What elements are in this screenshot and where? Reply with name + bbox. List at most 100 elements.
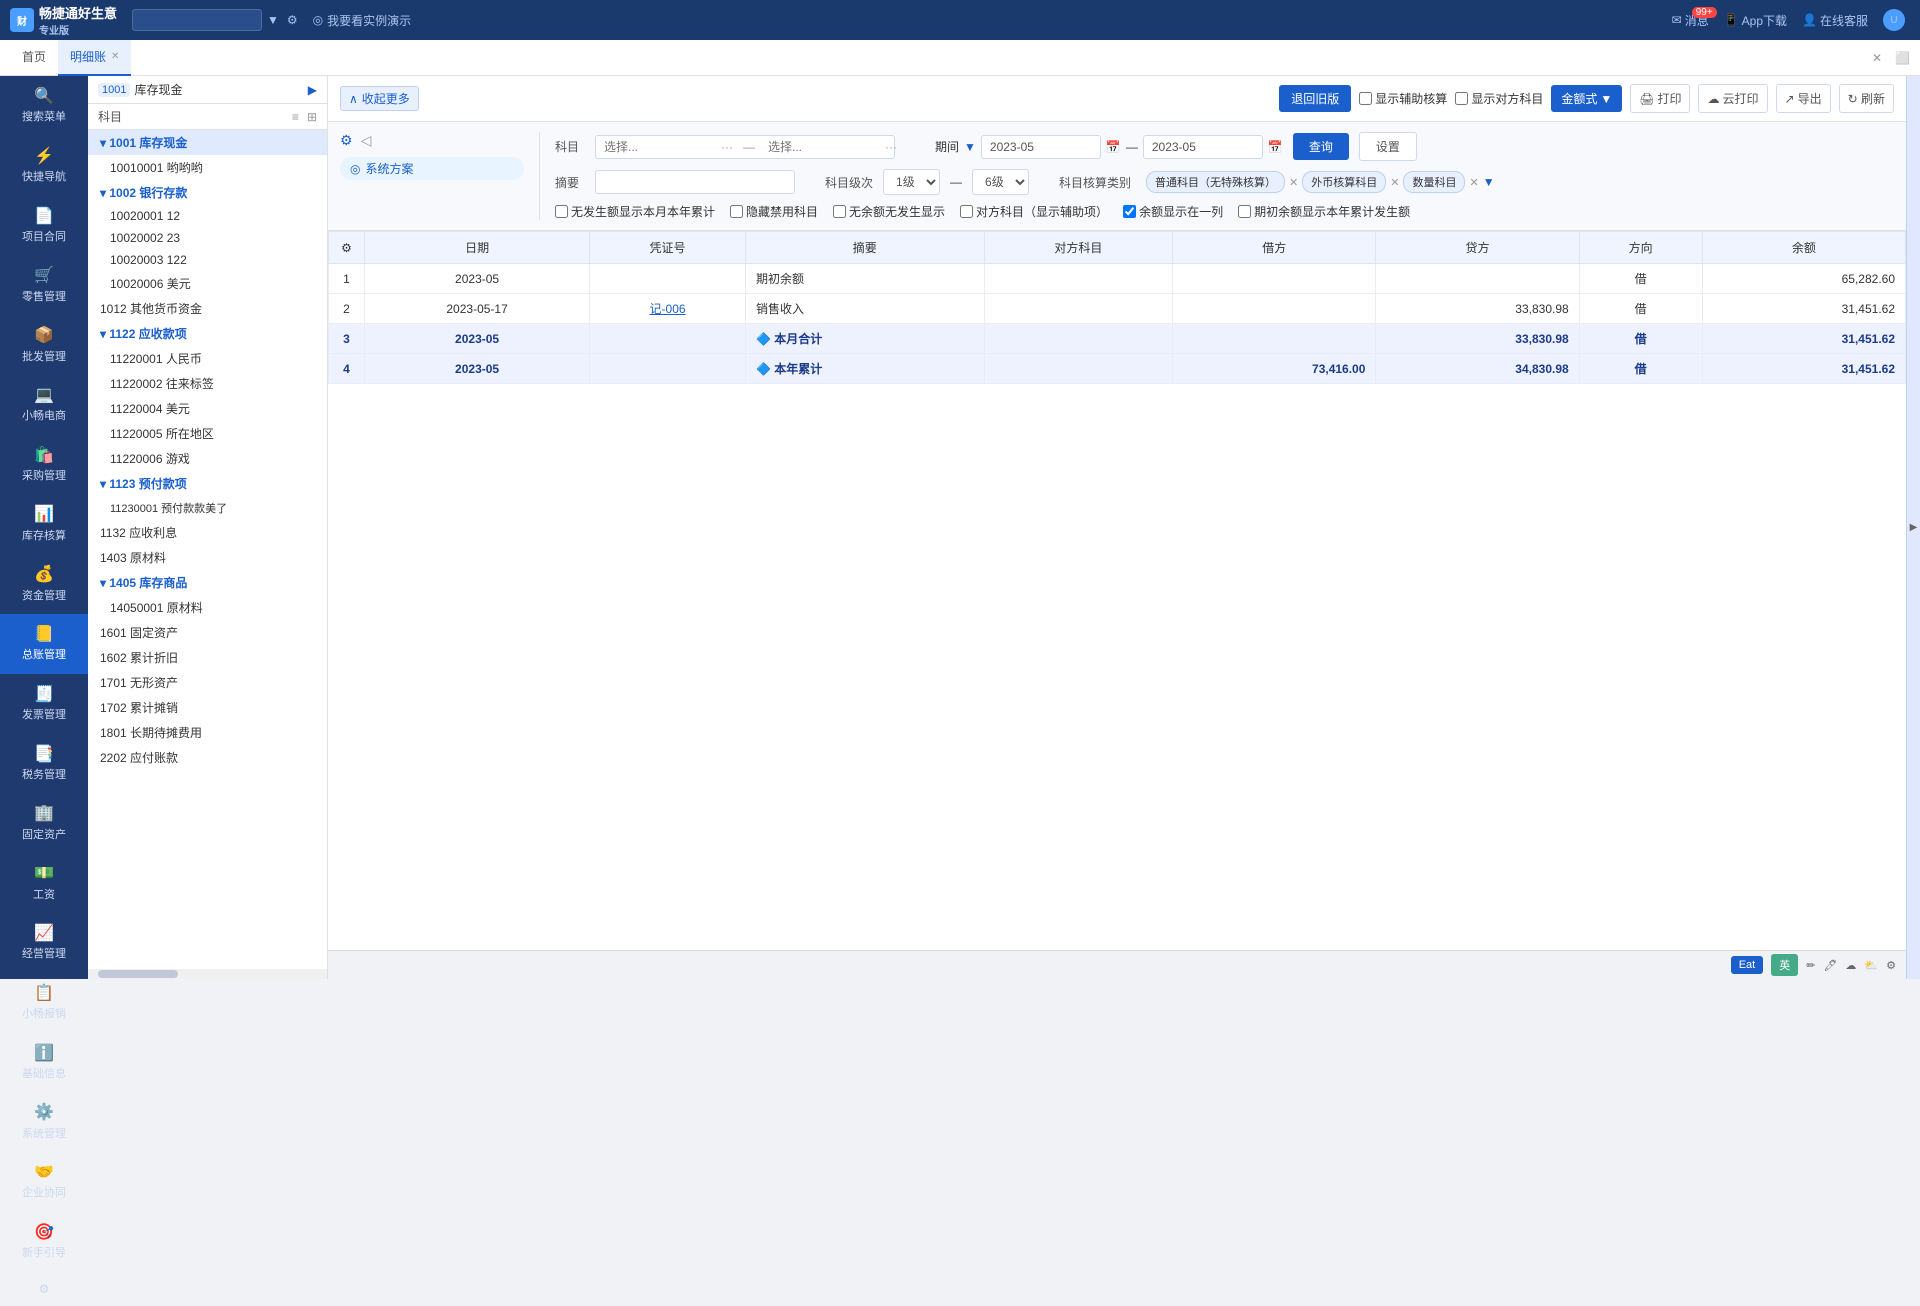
export-button[interactable]: ↗ 导出	[1776, 84, 1831, 113]
search-input[interactable]	[132, 9, 262, 31]
print-button[interactable]: 🖨 打印	[1630, 84, 1690, 113]
tree-item-1403[interactable]: 1403 原材料	[88, 545, 327, 570]
window-close-icon[interactable]: ✕	[1872, 51, 1882, 65]
tree-item-10020002[interactable]: 10020002 23	[88, 227, 327, 249]
sidebar-item-wholesale[interactable]: 📦 批发管理	[0, 315, 88, 375]
sidebar-item-coop[interactable]: 🤝 企业协同	[0, 1152, 88, 1212]
tree-item-10010001[interactable]: 10010001 哟哟哟	[88, 155, 327, 180]
tree-item-1801[interactable]: 1801 长期待摊费用	[88, 720, 327, 745]
sidebar-item-purchase[interactable]: 🛍️ 采购管理	[0, 435, 88, 495]
tree-item-11220002[interactable]: 11220002 往来标签	[88, 371, 327, 396]
sidebar-item-retail[interactable]: 🛒 零售管理	[0, 255, 88, 315]
tree-item-1601[interactable]: 1601 固定资产	[88, 620, 327, 645]
tree-item-1132[interactable]: 1132 应收利息	[88, 520, 327, 545]
no-activity-checkbox[interactable]	[555, 205, 568, 218]
refresh-button[interactable]: ↻ 刷新	[1839, 84, 1894, 113]
eat-button[interactable]: Eat	[1731, 956, 1764, 974]
subject-more2-icon[interactable]: ···	[880, 140, 902, 154]
sidebar-item-business[interactable]: 📈 经营管理	[0, 913, 88, 973]
tab-home[interactable]: 首页	[10, 40, 58, 76]
user-menu[interactable]: U	[1883, 9, 1910, 31]
sidebar-item-system[interactable]: ⚙️ 系统管理	[0, 1092, 88, 1152]
tab-detail[interactable]: 明细账 ✕	[58, 40, 131, 76]
sidebar-item-invoice[interactable]: 🧾 发票管理	[0, 674, 88, 734]
tree-item-1122[interactable]: ▾ 1122 应收款项	[88, 321, 327, 346]
tree-item-10020003[interactable]: 10020003 122	[88, 249, 327, 271]
sidebar-item-payroll[interactable]: 💵 工资	[0, 853, 88, 913]
sidebar-item-inventory[interactable]: 📊 库存核算	[0, 494, 88, 554]
category-tag-3-remove[interactable]: ✕	[1469, 176, 1478, 189]
sidebar-bottom-settings[interactable]: ⚙	[0, 1272, 88, 1306]
balance-col-checkbox[interactable]	[1123, 205, 1136, 218]
sidebar-item-contract[interactable]: 📄 项目合同	[0, 196, 88, 256]
bottom-settings-icon[interactable]: ⚙	[1886, 959, 1896, 972]
summary-input[interactable]	[595, 170, 795, 194]
sidebar-item-assets[interactable]: 🏢 固定资产	[0, 793, 88, 853]
cloud-print-button[interactable]: ☁ 云打印	[1698, 84, 1767, 113]
filter-settings-icon[interactable]: ⚙	[340, 132, 353, 149]
subject-input2[interactable]	[760, 136, 880, 158]
show-aux-input[interactable]	[1359, 92, 1372, 105]
contra-label-option[interactable]: 对方科目（显示辅助项）	[960, 203, 1108, 220]
sidebar-item-ledger[interactable]: 📒 总账管理	[0, 614, 88, 674]
account-arrow-icon[interactable]: ▶	[308, 83, 317, 97]
format-button[interactable]: 金额式 ▼	[1551, 85, 1622, 112]
tree-item-11220004[interactable]: 11220004 美元	[88, 396, 327, 421]
message-button[interactable]: ✉ 消息 99+	[1672, 12, 1709, 29]
tree-item-10020006[interactable]: 10020006 美元	[88, 271, 327, 296]
sidebar-item-capital[interactable]: 💰 资金管理	[0, 554, 88, 614]
subject-more-icon[interactable]: ···	[716, 140, 738, 154]
show-contra-checkbox[interactable]: 显示对方科目	[1455, 90, 1543, 107]
filter-scheme-button[interactable]: ◎ 系统方案	[340, 157, 524, 180]
tree-item-14050001[interactable]: 14050001 原材料	[88, 595, 327, 620]
tree-item-11230001[interactable]: 11230001 预付款款美了	[88, 496, 327, 520]
filter-collapse-arrow-icon[interactable]: ◁	[361, 132, 372, 149]
category-dropdown-icon[interactable]: ▼	[1483, 175, 1495, 189]
sidebar-item-ecommerce[interactable]: 💻 小畅电商	[0, 375, 88, 435]
app-download-button[interactable]: 📱 App下载	[1724, 12, 1787, 29]
return-old-button[interactable]: 退回旧版	[1279, 85, 1351, 112]
contra-label-checkbox[interactable]	[960, 205, 973, 218]
tree-item-1602[interactable]: 1602 累计折旧	[88, 645, 327, 670]
no-activity-option[interactable]: 无发生额显示本月本年累计	[555, 203, 715, 220]
category-tag-2-remove[interactable]: ✕	[1390, 176, 1399, 189]
no-contra-option[interactable]: 无余额无发生显示	[833, 203, 945, 220]
level-to-select[interactable]: 6级5级4级	[972, 169, 1029, 195]
period-calendar2-icon[interactable]: 📅	[1268, 140, 1283, 154]
tree-col-edit-icon[interactable]: ≡	[292, 110, 299, 124]
pen-icon[interactable]: 🖊	[1823, 959, 1837, 972]
cloud2-icon[interactable]: ⛅	[1864, 959, 1878, 972]
balance-col-option[interactable]: 余额显示在一列	[1123, 203, 1223, 220]
tree-item-1123[interactable]: ▾ 1123 预付款项	[88, 471, 327, 496]
demo-link[interactable]: ◎ 我要看实例演示	[313, 12, 412, 29]
tree-item-1001[interactable]: ▾ 1001 库存现金	[88, 130, 327, 155]
search-dropdown-icon[interactable]: ▼	[267, 13, 279, 27]
sidebar-item-search[interactable]: 🔍 搜索菜单	[0, 76, 88, 136]
level-from-select[interactable]: 1级2级3级	[883, 169, 940, 195]
sidebar-item-basic[interactable]: ℹ️ 基础信息	[0, 1033, 88, 1093]
edit-icon[interactable]: ✏	[1806, 959, 1815, 972]
category-tag-1-remove[interactable]: ✕	[1289, 176, 1298, 189]
period-calendar-icon[interactable]: 📅	[1106, 140, 1121, 154]
no-contra-checkbox[interactable]	[833, 205, 846, 218]
tree-item-11220006[interactable]: 11220006 游戏	[88, 446, 327, 471]
lang-button[interactable]: 英	[1771, 954, 1798, 976]
tree-item-1701[interactable]: 1701 无形资产	[88, 670, 327, 695]
online-service-button[interactable]: 👤 在线客服	[1802, 12, 1868, 29]
period-type-btn[interactable]: ▼	[964, 140, 976, 154]
tree-item-11220001[interactable]: 11220001 人民币	[88, 346, 327, 371]
settings-button[interactable]: 设置	[1359, 132, 1417, 161]
tab-close-icon[interactable]: ✕	[111, 51, 119, 62]
sidebar-item-quicknav[interactable]: ⚡ 快捷导航	[0, 136, 88, 196]
tree-item-1702[interactable]: 1702 累计摊销	[88, 695, 327, 720]
sidebar-item-report[interactable]: 📋 小畅报销	[0, 973, 88, 1033]
subject-input[interactable]	[596, 136, 716, 158]
period-open-option[interactable]: 期初余额显示本年累计发生额	[1238, 203, 1410, 220]
right-panel-toggle[interactable]: ▶	[1906, 76, 1920, 979]
tree-item-1002[interactable]: ▾ 1002 银行存款	[88, 180, 327, 205]
cell-voucher-2[interactable]: 记-006	[590, 294, 746, 324]
period-end-input[interactable]	[1143, 135, 1263, 159]
tree-hscroll-thumb[interactable]	[98, 970, 178, 978]
tree-hscroll[interactable]	[88, 969, 327, 979]
tree-item-1012[interactable]: 1012 其他货币资金	[88, 296, 327, 321]
